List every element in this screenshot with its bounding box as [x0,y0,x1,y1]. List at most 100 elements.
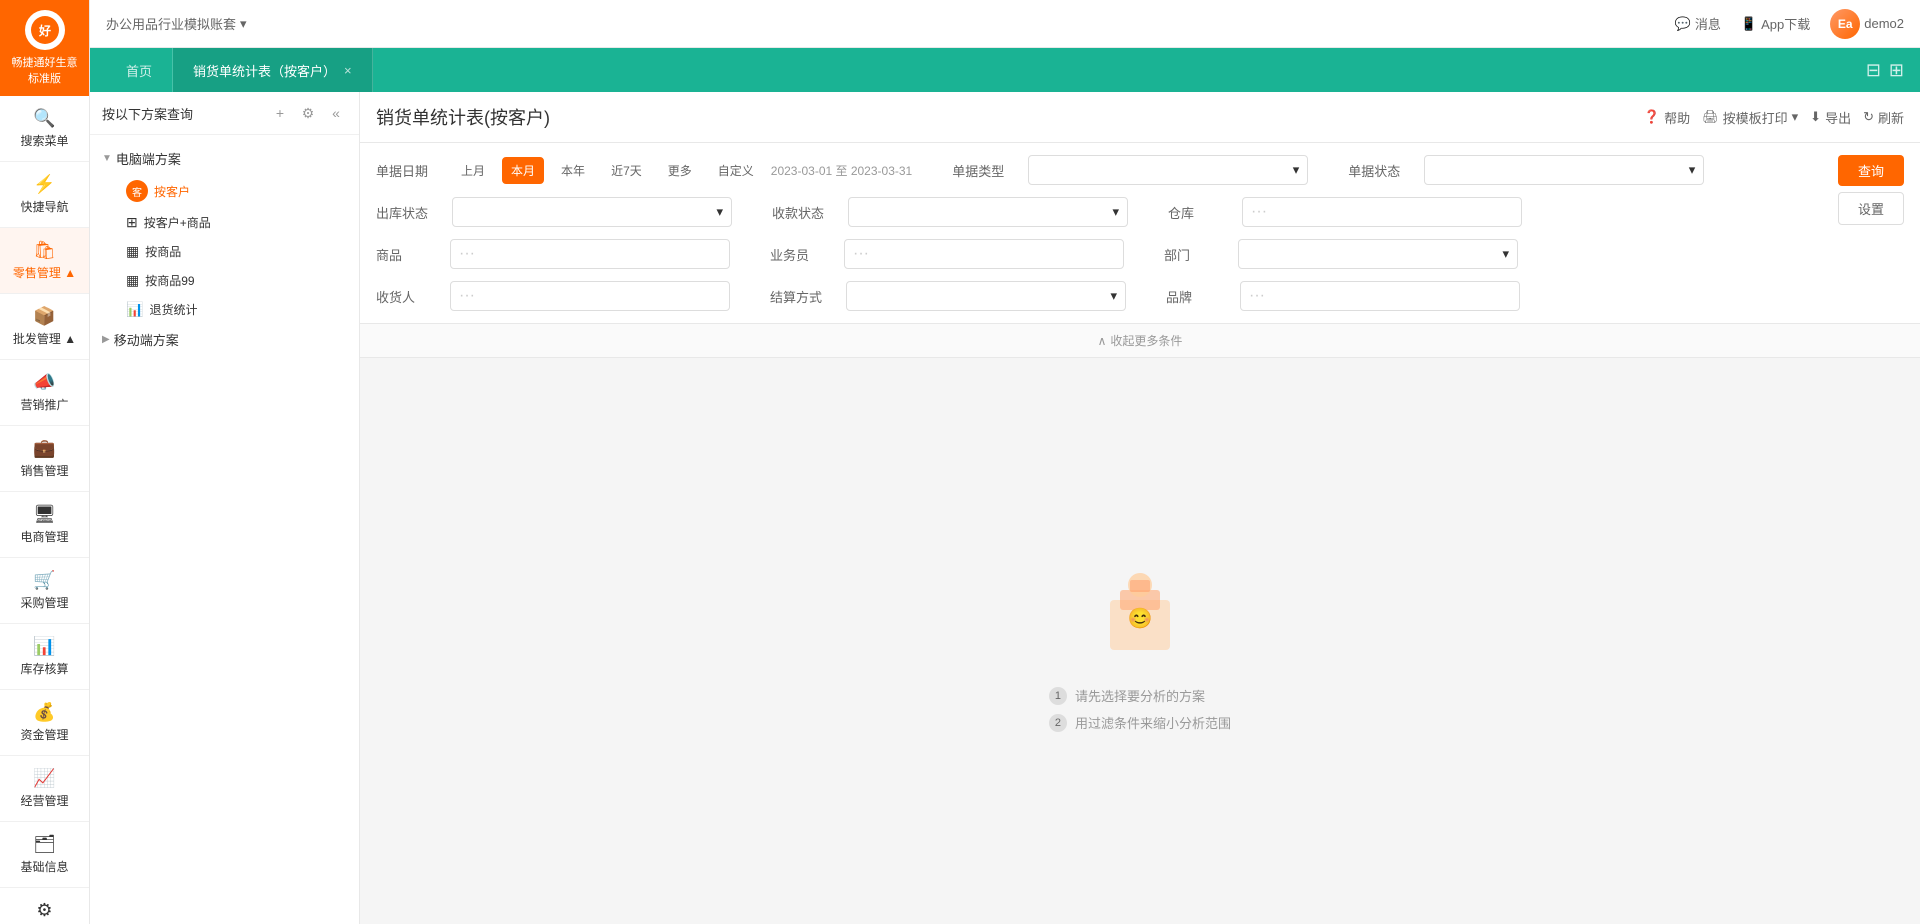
expand-arrow-icon: ▼ [102,153,112,164]
ship-status-input[interactable]: ▾ [452,197,732,227]
user-profile[interactable]: Ea demo2 [1830,9,1904,39]
tab-home[interactable]: 首页 [106,48,173,92]
order-status-label: 单据状态 [1348,161,1400,180]
date-btn-custom[interactable]: 自定义 [709,157,763,184]
date-btn-thisyear[interactable]: 本年 [552,157,594,184]
sidebar-item-marketing[interactable]: 📣 营销推广 [0,360,89,426]
nav-icon: ⚡ [33,174,55,195]
left-panel-title: 按以下方案查询 [102,104,263,123]
date-range-display: 2023-03-01 至 2023-03-31 [771,162,912,179]
collapse-label: 收起更多条件 [1110,332,1182,349]
print-dropdown-icon: ▾ [1792,109,1799,125]
sidebar-item-search[interactable]: 🔍 搜索菜单 [0,96,89,162]
inventory-icon: 📊 [33,636,55,657]
filter-area: 单据日期 上月 本月 本年 近7天 更多 自定义 2023-03-01 至 20… [360,143,1920,324]
operation-icon: 📈 [33,768,55,789]
search-icon: 🔍 [33,108,55,129]
svg-text:😊: 😊 [1128,607,1153,630]
tab-close-icon[interactable]: × [344,63,352,78]
date-btn-lastmonth[interactable]: 上月 [452,157,494,184]
refresh-btn[interactable]: ↻ 刷新 [1863,108,1904,127]
goods-label: 商品 [376,245,426,264]
sidebar-item-label: 电商管理 [20,528,68,545]
sidebar-item-operation[interactable]: 📈 经营管理 [0,756,89,822]
print-icon: 🖨 [1702,109,1719,125]
order-status-input[interactable]: ▾ [1424,155,1704,185]
export-btn[interactable]: ⬇ 导出 [1810,108,1851,127]
tab-minimize-icon[interactable]: ⊟ [1866,60,1881,81]
system-icon: ⚙ [36,900,52,921]
tree-node-mobile[interactable]: ▶ 移动端方案 [90,324,359,355]
sidebar-item-label: 零售管理 ▲ [13,264,76,281]
user-name: demo2 [1864,16,1904,31]
page-actions: ❓ 帮助 🖨 按模板打印 ▾ ⬇ 导出 ↻ 刷新 [1644,108,1904,127]
payment-method-input[interactable]: ▾ [846,281,1126,311]
help-btn[interactable]: ❓ 帮助 [1644,108,1690,127]
sidebar-item-ecommerce[interactable]: 🖥 电商管理 [0,492,89,558]
tree-node-return-stats[interactable]: 📊 退货统计 [114,295,359,324]
message-btn[interactable]: 💬 消息 [1675,14,1721,33]
tree-node-by-customer-goods[interactable]: ⊞ 按客户+商品 [114,208,359,237]
ecommerce-icon: 🖥 [33,504,56,525]
date-btn-7days[interactable]: 近7天 [602,157,651,184]
refresh-label: 刷新 [1878,108,1904,127]
sidebar-item-label: 营销推广 [20,396,68,413]
industry-selector[interactable]: 办公用品行业模拟账套 ▾ [106,14,247,33]
salesperson-input[interactable]: ··· [844,239,1124,269]
brand-placeholder: ··· [1249,287,1265,305]
sidebar-item-inventory[interactable]: 📊 库存核算 [0,624,89,690]
salesperson-placeholder: ··· [853,245,869,263]
warehouse-input[interactable]: ··· [1242,197,1522,227]
collapse-panel-btn[interactable]: « [325,102,347,124]
payment-method-label: 结算方式 [770,287,822,306]
tree-node-desktop[interactable]: ▼ 电脑端方案 [90,143,359,174]
settings-scheme-btn[interactable]: ⚙ [297,102,319,124]
order-type-input[interactable]: ▾ [1028,155,1308,185]
payment-status-input[interactable]: ▾ [848,197,1128,227]
wholesale-icon: 📦 [33,306,55,327]
sales-icon: 💼 [33,438,55,459]
svg-text:好: 好 [37,23,50,38]
sidebar-item-purchase[interactable]: 🛒 采购管理 [0,558,89,624]
tree-node-by-goods99[interactable]: ▦ 按商品99 [114,266,359,295]
download-icon: 📱 [1741,16,1757,32]
receiver-placeholder: ··· [459,287,475,305]
query-btn[interactable]: 查询 [1838,155,1904,186]
add-scheme-btn[interactable]: + [269,102,291,124]
collapse-up-icon: ∧ [1098,334,1107,348]
sidebar-item-finance[interactable]: 💰 资金管理 [0,690,89,756]
logo-area[interactable]: 好 畅捷通好生意 标准版 [0,0,89,96]
sidebar-item-wholesale[interactable]: 📦 批发管理 ▲ [0,294,89,360]
template-print-btn[interactable]: 🖨 按模板打印 ▾ [1702,108,1798,127]
sidebar-item-retail[interactable]: 🛍 零售管理 ▲ [0,228,89,294]
sidebar-item-system[interactable]: ⚙ 系统管理 [0,888,89,924]
department-input[interactable]: ▾ [1238,239,1518,269]
page-title: 销货单统计表(按客户) [376,104,550,130]
tree-node-by-customer[interactable]: 客 按客户 [114,174,359,208]
page-header: 销货单统计表(按客户) ❓ 帮助 🖨 按模板打印 ▾ ⬇ 导出 [360,92,1920,143]
app-download-btn[interactable]: 📱 App下载 [1741,14,1810,33]
message-icon: 💬 [1675,16,1691,32]
date-btn-thismonth[interactable]: 本月 [502,157,544,184]
tree-node-by-goods[interactable]: ▦ 按商品 [114,237,359,266]
purchase-icon: 🛒 [33,570,55,591]
sidebar-item-quicknav[interactable]: ⚡ 快捷导航 [0,162,89,228]
main-area: 办公用品行业模拟账套 ▾ 💬 消息 📱 App下载 Ea demo2 首页 [90,0,1920,924]
settings-btn[interactable]: 设置 [1838,192,1904,225]
sidebar-item-basic[interactable]: 🗂 基础信息 [0,822,89,888]
top-header: 办公用品行业模拟账套 ▾ 💬 消息 📱 App下载 Ea demo2 [90,0,1920,48]
date-btn-more[interactable]: 更多 [659,157,701,184]
sidebar-item-sales[interactable]: 💼 销售管理 [0,426,89,492]
goods-input[interactable]: ··· [450,239,730,269]
header-right: 💬 消息 📱 App下载 Ea demo2 [1675,9,1904,39]
tab-sales-stats[interactable]: 销货单统计表（按客户） × [173,48,373,92]
collapse-bar[interactable]: ∧ 收起更多条件 [360,324,1920,358]
tab-home-label: 首页 [126,61,152,80]
export-label: 导出 [1825,108,1851,127]
receiver-input[interactable]: ··· [450,281,730,311]
payment-status-dropdown-icon: ▾ [1113,204,1120,220]
left-panel: 按以下方案查询 + ⚙ « ▼ 电脑端方案 客 按客户 ⊞ [90,92,360,924]
app-download-label: App下载 [1761,14,1810,33]
brand-input[interactable]: ··· [1240,281,1520,311]
tab-maximize-icon[interactable]: ⊞ [1889,60,1904,81]
